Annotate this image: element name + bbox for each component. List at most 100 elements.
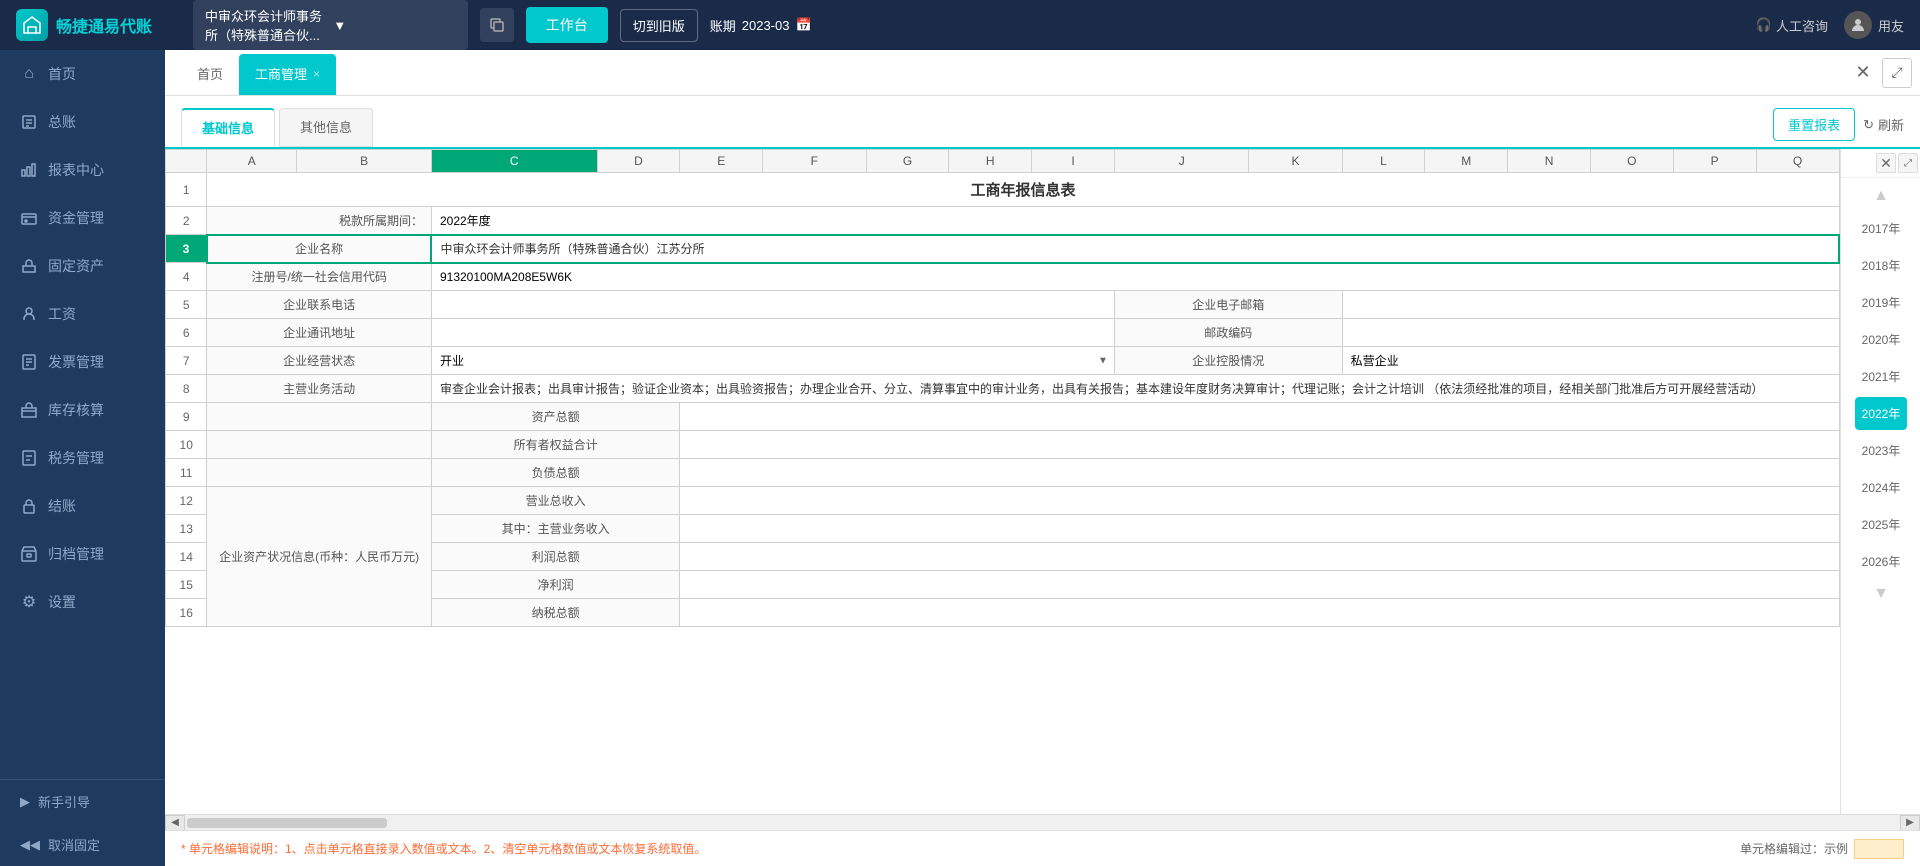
value-cell[interactable] [680, 571, 1839, 599]
year-nav-up[interactable]: ▲ [1855, 182, 1907, 210]
value-cell[interactable] [680, 515, 1839, 543]
col-header-d[interactable]: D [597, 150, 680, 173]
old-version-button[interactable]: 切到旧版 [620, 9, 698, 42]
app-logo: 畅捷通易代账 [16, 9, 181, 41]
sub-tab-other[interactable]: 其他信息 [279, 108, 373, 147]
sidebar-item-reports[interactable]: 报表中心 [0, 146, 165, 194]
sidebar-item-finance[interactable]: 资金管理 [0, 194, 165, 242]
row-number-selected: 3 [166, 235, 207, 263]
copy-button[interactable] [480, 8, 514, 42]
year-item-2024[interactable]: 2024年 [1855, 471, 1907, 504]
col-header-j[interactable]: J [1114, 150, 1249, 173]
tab-industry[interactable]: 工商管理 × [239, 54, 336, 95]
col-header-p[interactable]: P [1673, 150, 1756, 173]
value-cell[interactable]: 91320100MA208E5W6K [431, 263, 1839, 291]
expand-panel-button[interactable]: ⤢ [1898, 153, 1918, 173]
label-cell: 企业资产状况信息(币种：人民币万元) [207, 487, 432, 627]
value-cell[interactable] [680, 459, 1839, 487]
value-cell[interactable] [680, 599, 1839, 627]
scroll-track[interactable] [185, 815, 1900, 830]
sub-tab-basic[interactable]: 基础信息 [181, 108, 275, 147]
workbench-button[interactable]: 工作台 [526, 7, 608, 43]
sidebar-item-home[interactable]: ⌂ 首页 [0, 50, 165, 98]
year-item-2026[interactable]: 2026年 [1855, 545, 1907, 578]
sidebar-item-tax[interactable]: 税务管理 [0, 434, 165, 482]
value-cell[interactable] [680, 431, 1839, 459]
sidebar-item-archive[interactable]: 归档管理 [0, 530, 165, 578]
row-number: 16 [166, 599, 207, 627]
col-header-h[interactable]: H [949, 150, 1032, 173]
scroll-left-button[interactable]: ◀ [165, 815, 185, 831]
scroll-thumb[interactable] [187, 818, 387, 828]
unpin-label: 取消固定 [48, 835, 100, 854]
sidebar-scroll: ⌂ 首页 总账 报表中心 [0, 50, 165, 779]
label-cell: 企业经营状态 [207, 347, 432, 375]
value-cell[interactable] [431, 291, 1114, 319]
sidebar-item-inventory[interactable]: 库存核算 [0, 386, 165, 434]
tab-close-button[interactable]: × [313, 67, 320, 81]
company-selector[interactable]: 中审众环会计师事务所（特殊普通合伙... ▼ [193, 0, 468, 50]
col-header-k[interactable]: K [1249, 150, 1342, 173]
col-header-a[interactable]: A [207, 150, 297, 173]
sidebar-item-salary[interactable]: 工资 [0, 290, 165, 338]
col-header-f[interactable]: F [763, 150, 866, 173]
sub-tab-toolbar-row: 基础信息 其他信息 重置报表 ↻ 刷新 [165, 96, 1920, 149]
expand-window-button[interactable]: ⤢ [1882, 58, 1912, 88]
col-header-m[interactable]: M [1425, 150, 1508, 173]
spreadsheet-container[interactable]: A B C D E F G H I J [165, 149, 1840, 814]
year-item-2018[interactable]: 2018年 [1855, 249, 1907, 282]
unpin-button[interactable]: ◀◀ 取消固定 [0, 823, 165, 866]
value-cell[interactable] [680, 403, 1839, 431]
sidebar-item-ledger[interactable]: 总账 [0, 98, 165, 146]
year-item-2021[interactable]: 2021年 [1855, 360, 1907, 393]
horizontal-scrollbar[interactable]: ◀ ▶ [165, 814, 1920, 830]
close-window-button[interactable]: ✕ [1848, 58, 1878, 88]
title-cell[interactable]: 工商年报信息表 [207, 173, 1839, 207]
value-cell[interactable] [1342, 291, 1839, 319]
status-dropdown-cell[interactable]: 开业 ▼ [431, 347, 1114, 375]
newbie-guide-button[interactable]: ▶ 新手引导 [0, 780, 165, 823]
value-cell[interactable]: 审查企业会计报表；出具审计报告；验证企业资本；出具验资报告；办理企业合开、分立、… [431, 375, 1839, 403]
collapse-panel-button[interactable]: ✕ [1876, 153, 1896, 173]
col-header-c[interactable]: C [431, 150, 597, 173]
col-header-q[interactable]: Q [1756, 150, 1839, 173]
tab-home[interactable]: 首页 [181, 54, 239, 95]
col-header-l[interactable]: L [1342, 150, 1425, 173]
user-button[interactable]: 用友 [1844, 11, 1904, 39]
col-header-b[interactable]: B [297, 150, 432, 173]
col-header-i[interactable]: I [1032, 150, 1115, 173]
reports-icon [20, 161, 38, 179]
scroll-right-button[interactable]: ▶ [1900, 815, 1920, 831]
service-button[interactable]: 🎧 人工咨询 [1756, 16, 1828, 35]
company-name-cell[interactable]: 中审众环会计师事务所（特殊普通合伙）江苏分所 [431, 235, 1839, 263]
refresh-button[interactable]: ↻ 刷新 [1863, 108, 1904, 141]
year-item-2020[interactable]: 2020年 [1855, 323, 1907, 356]
col-header-g[interactable]: G [866, 150, 949, 173]
sidebar-item-invoice[interactable]: 发票管理 [0, 338, 165, 386]
sidebar-item-settings[interactable]: ⚙ 设置 [0, 578, 165, 626]
value-cell[interactable]: 私营企业 [1342, 347, 1839, 375]
reset-button[interactable]: 重置报表 [1773, 108, 1855, 141]
col-header-n[interactable]: N [1508, 150, 1591, 173]
year-item-2022[interactable]: 2022年 [1855, 397, 1907, 430]
calendar-icon[interactable]: 📅 [795, 17, 811, 33]
value-cell[interactable]: 2022年度 [431, 207, 1839, 235]
sidebar-item-label: 发票管理 [48, 352, 104, 372]
year-item-2025[interactable]: 2025年 [1855, 508, 1907, 541]
sidebar-item-assets[interactable]: 固定资产 [0, 242, 165, 290]
value-cell[interactable] [431, 319, 1114, 347]
year-item-2017[interactable]: 2017年 [1855, 212, 1907, 245]
year-nav-down[interactable]: ▼ [1855, 580, 1907, 608]
row-number: 15 [166, 571, 207, 599]
col-header-o[interactable]: O [1590, 150, 1673, 173]
value-cell[interactable] [680, 543, 1839, 571]
sidebar-item-close-accounts[interactable]: 结账 [0, 482, 165, 530]
value-cell[interactable] [680, 487, 1839, 515]
row-number: 12 [166, 487, 207, 515]
value-cell[interactable] [1342, 319, 1839, 347]
year-item-2019[interactable]: 2019年 [1855, 286, 1907, 319]
col-header-e[interactable]: E [680, 150, 763, 173]
main-layout: ⌂ 首页 总账 报表中心 [0, 50, 1920, 866]
year-item-2023[interactable]: 2023年 [1855, 434, 1907, 467]
table-row: 4 注册号/统一社会信用代码 91320100MA208E5W6K [166, 263, 1840, 291]
